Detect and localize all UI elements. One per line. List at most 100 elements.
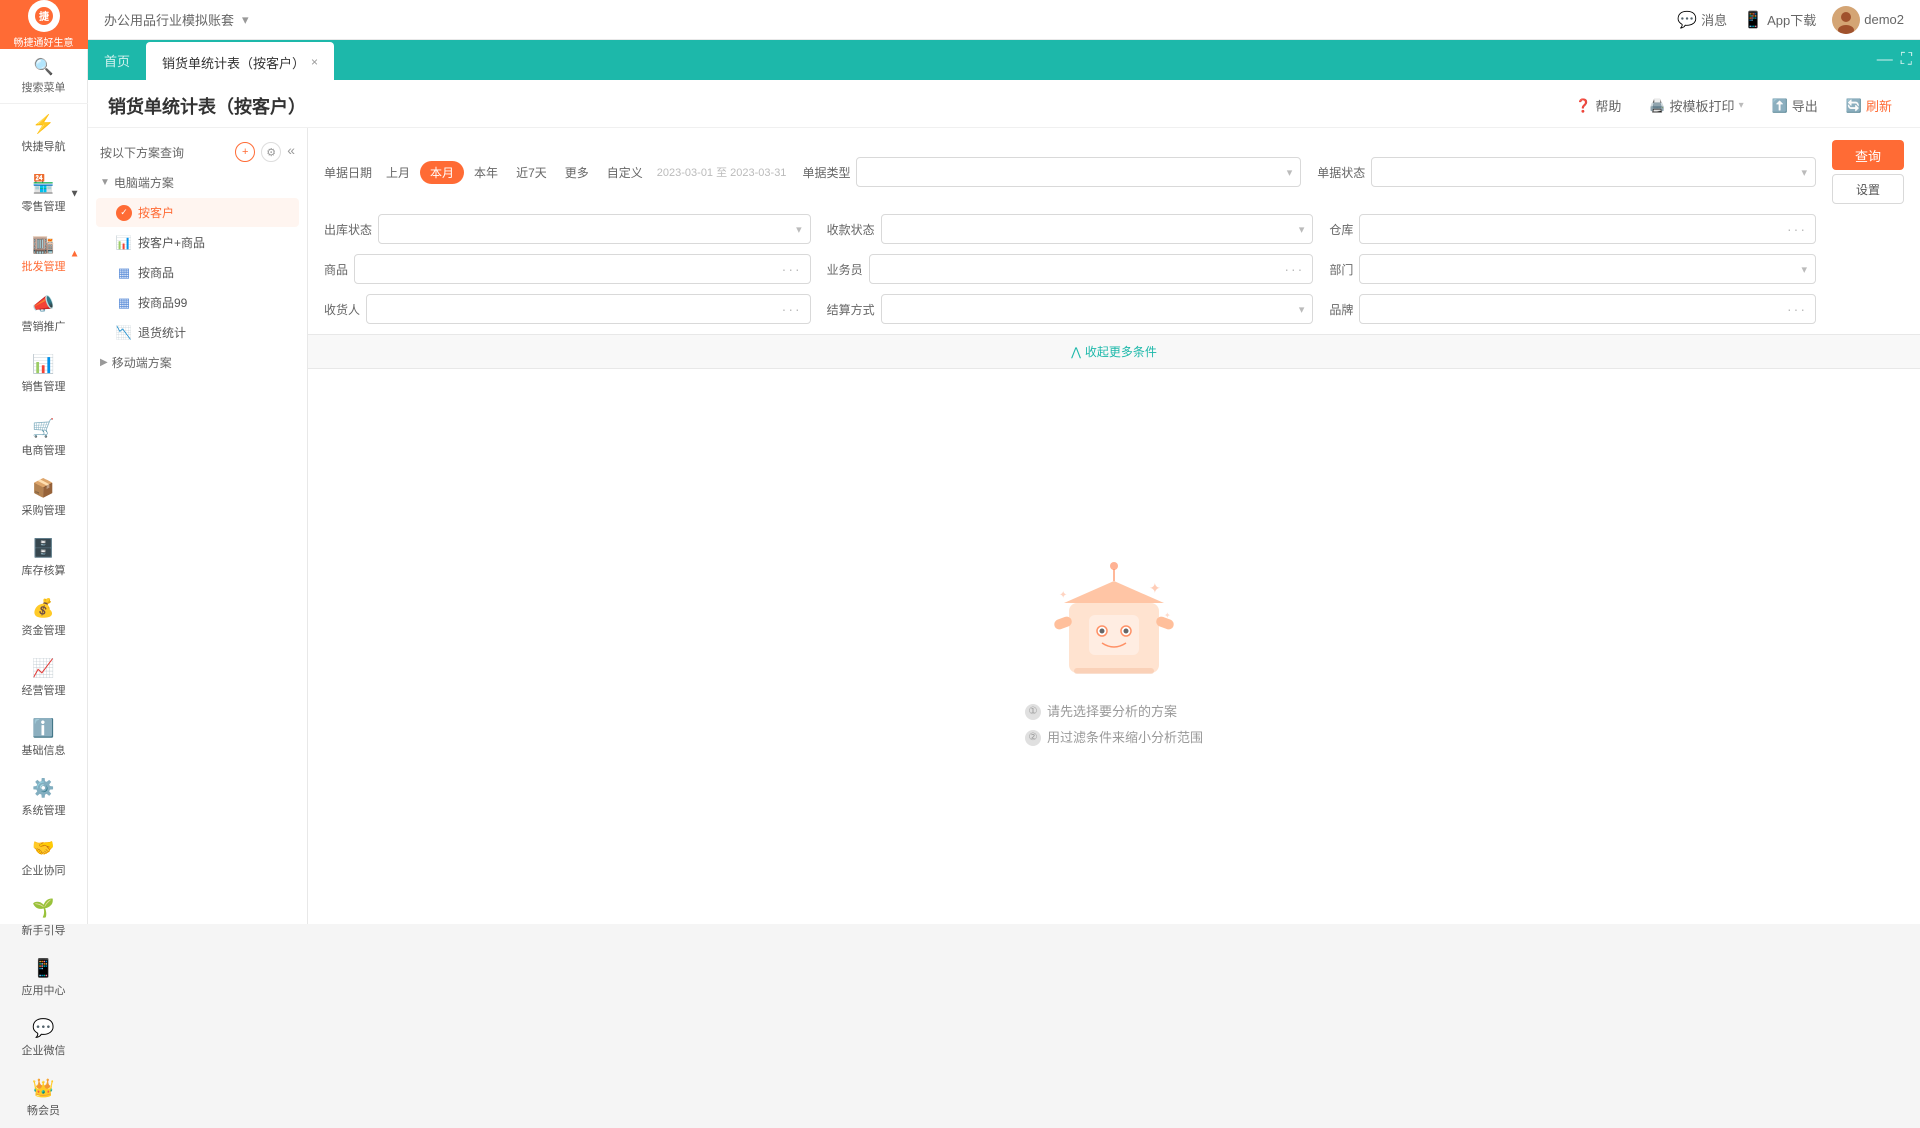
department-filter: 部门 ▾: [1329, 254, 1816, 284]
top-header: 办公用品行业模拟账套 ▾ 💬 消息 📱 App下载 demo2: [88, 0, 1920, 40]
out-status-filter: 出库状态 ▾: [324, 214, 811, 244]
sidebar-item-ecommerce[interactable]: 🛒 电商管理: [0, 408, 88, 468]
sidebar-item-quick-nav[interactable]: ⚡ 快捷导航: [0, 104, 88, 164]
refresh-button[interactable]: 🔄 刷新: [1838, 92, 1900, 119]
date-tab-7days[interactable]: 近7天: [508, 161, 555, 184]
messages-button[interactable]: 💬 消息: [1677, 10, 1727, 30]
message-icon: 💬: [1677, 10, 1697, 30]
search-menu-button[interactable]: 🔍 搜索菜单: [0, 49, 88, 104]
scheme-desktop-label: 电脑端方案: [114, 174, 174, 191]
tab-sales-stats[interactable]: 销货单统计表（按客户） ×: [146, 42, 334, 82]
scheme-item-return-stats[interactable]: 📉 退货统计: [96, 318, 299, 347]
status-control[interactable]: ▾: [1371, 157, 1816, 187]
date-filter: 单据日期 上月 本月 本年 近7天 更多 自定义 2023-03-01 至 20…: [324, 161, 786, 184]
dropdown-arrow-icon[interactable]: ▾: [242, 12, 249, 28]
logo-icon: 捷: [28, 0, 60, 32]
collection-control[interactable]: ▾: [881, 214, 1314, 244]
sidebar-item-basic[interactable]: ℹ️ 基础信息: [0, 708, 88, 768]
brand-control[interactable]: ···: [1359, 294, 1816, 324]
scheme-collapse-button[interactable]: «: [287, 142, 295, 162]
settlement-filter: 结算方式 ▾: [827, 294, 1314, 324]
app-center-icon: 📱: [32, 958, 54, 979]
scheme-item-by-goods[interactable]: ▦ 按商品: [96, 258, 299, 287]
sidebar-item-member[interactable]: 👑 畅会员: [0, 1068, 88, 1128]
tip-num-2: ②: [1025, 730, 1041, 746]
retail-icon: 🏪: [32, 174, 54, 195]
sidebar-item-wechat[interactable]: 💬 企业微信: [0, 1008, 88, 1068]
member-icon: 👑: [32, 1078, 54, 1099]
settlement-control[interactable]: ▾: [881, 294, 1314, 324]
user-profile-button[interactable]: demo2: [1832, 6, 1904, 34]
collapse-label: 收起更多条件: [1085, 343, 1157, 360]
sidebar-item-newbie[interactable]: 🌱 新手引导: [0, 888, 88, 948]
tab-close-icon[interactable]: ×: [311, 55, 318, 69]
sidebar-item-finance[interactable]: 💰 资金管理: [0, 588, 88, 648]
scheme-item-by-goods-99[interactable]: ▦ 按商品99: [96, 288, 299, 317]
sidebar-item-retail[interactable]: 🏪 零售管理 ▼: [0, 164, 88, 224]
scheme-settings-button[interactable]: ⚙: [261, 142, 281, 162]
date-tab-this-year[interactable]: 本年: [466, 161, 506, 184]
date-tab-custom[interactable]: 自定义: [599, 161, 651, 184]
tab-bar: 首页 销货单统计表（按客户） × — ⛶: [88, 40, 1920, 80]
warehouse-filter: 仓库 ···: [1329, 214, 1816, 244]
filter-section: 单据日期 上月 本月 本年 近7天 更多 自定义 2023-03-01 至 20…: [308, 128, 1920, 334]
sidebar-item-system[interactable]: ⚙️ 系统管理: [0, 768, 88, 828]
sidebar-item-purchase[interactable]: 📦 采购管理: [0, 468, 88, 528]
scheme-item-by-customer[interactable]: ✓ 按客户: [96, 198, 299, 227]
date-tab-last-month[interactable]: 上月: [378, 161, 418, 184]
receiver-label: 收货人: [324, 301, 360, 318]
help-button[interactable]: ❓ 帮助: [1567, 92, 1629, 119]
warehouse-control[interactable]: ···: [1359, 214, 1816, 244]
empty-tip-1: ① 请先选择要分析的方案: [1025, 699, 1203, 725]
receiver-control[interactable]: ···: [366, 294, 811, 324]
scheme-panel-header: 按以下方案查询 + ⚙ «: [88, 136, 307, 168]
collection-status-filter: 收款状态 ▾: [827, 214, 1314, 244]
query-button[interactable]: 查询: [1832, 140, 1904, 170]
date-tab-more[interactable]: 更多: [557, 161, 597, 184]
export-button[interactable]: ⬆️ 导出: [1764, 92, 1826, 119]
goods-control[interactable]: ···: [354, 254, 811, 284]
industry-label: 办公用品行业模拟账套: [104, 10, 234, 29]
quick-nav-icon: ⚡: [32, 114, 54, 135]
scheme-chart2-icon: 📉: [116, 325, 132, 341]
brand-filter: 品牌 ···: [1329, 294, 1816, 324]
out-status-control[interactable]: ▾: [378, 214, 811, 244]
sidebar-item-enterprise[interactable]: 🤝 企业协同: [0, 828, 88, 888]
brand-dots-icon: ···: [1787, 301, 1807, 317]
type-control[interactable]: ▾: [856, 157, 1301, 187]
date-tab-this-month[interactable]: 本月: [420, 161, 464, 184]
scheme-desktop-header[interactable]: ▼ 电脑端方案: [96, 168, 299, 197]
scheme-item-by-customer-goods[interactable]: 📊 按客户+商品: [96, 228, 299, 257]
scheme-add-button[interactable]: +: [235, 142, 255, 162]
ecommerce-icon: 🛒: [32, 418, 54, 439]
department-control[interactable]: ▾: [1359, 254, 1816, 284]
collapse-bar[interactable]: ⋀ 收起更多条件: [308, 334, 1920, 369]
sidebar-logo[interactable]: 捷 畅捷通好生意: [0, 0, 88, 49]
sidebar-item-marketing[interactable]: 📣 营销推广: [0, 284, 88, 344]
empty-tip-2: ② 用过滤条件来缩小分析范围: [1025, 725, 1203, 751]
setting-button[interactable]: 设置: [1832, 174, 1904, 204]
sidebar-item-inventory[interactable]: 🗄️ 库存核算: [0, 528, 88, 588]
template-print-button[interactable]: 🖨️ 按模板打印 ▾: [1641, 92, 1751, 119]
salesperson-control[interactable]: ···: [869, 254, 1314, 284]
empty-illustration: ✦ ✦ ✦: [1039, 543, 1189, 683]
department-label: 部门: [1329, 261, 1353, 278]
tab-maximize-button[interactable]: ⛶: [1901, 51, 1912, 69]
sidebar-item-app-center[interactable]: 📱 应用中心: [0, 948, 88, 1008]
app-download-button[interactable]: 📱 App下载: [1743, 10, 1816, 30]
sidebar-item-operation[interactable]: 📈 经营管理: [0, 648, 88, 708]
finance-icon: 💰: [32, 598, 54, 619]
tab-home[interactable]: 首页: [88, 40, 146, 80]
page-title: 销货单统计表（按客户）: [108, 93, 306, 119]
date-label: 单据日期: [324, 164, 372, 181]
sidebar-item-sales[interactable]: 📊 销售管理: [0, 344, 88, 404]
tab-minimize-button[interactable]: —: [1877, 51, 1893, 69]
scheme-chart-icon: 📊: [116, 235, 132, 251]
brand-label: 品牌: [1329, 301, 1353, 318]
mobile-icon: 📱: [1743, 10, 1763, 30]
sidebar-item-wholesale[interactable]: 🏬 批发管理 ▲: [0, 224, 88, 284]
template-print-chevron: ▾: [1739, 100, 1744, 111]
scheme-table-icon: ▦: [116, 265, 132, 281]
scheme-mobile-header[interactable]: ▶ 移动端方案: [96, 348, 299, 377]
header-right: 💬 消息 📱 App下载 demo2: [1677, 6, 1904, 34]
